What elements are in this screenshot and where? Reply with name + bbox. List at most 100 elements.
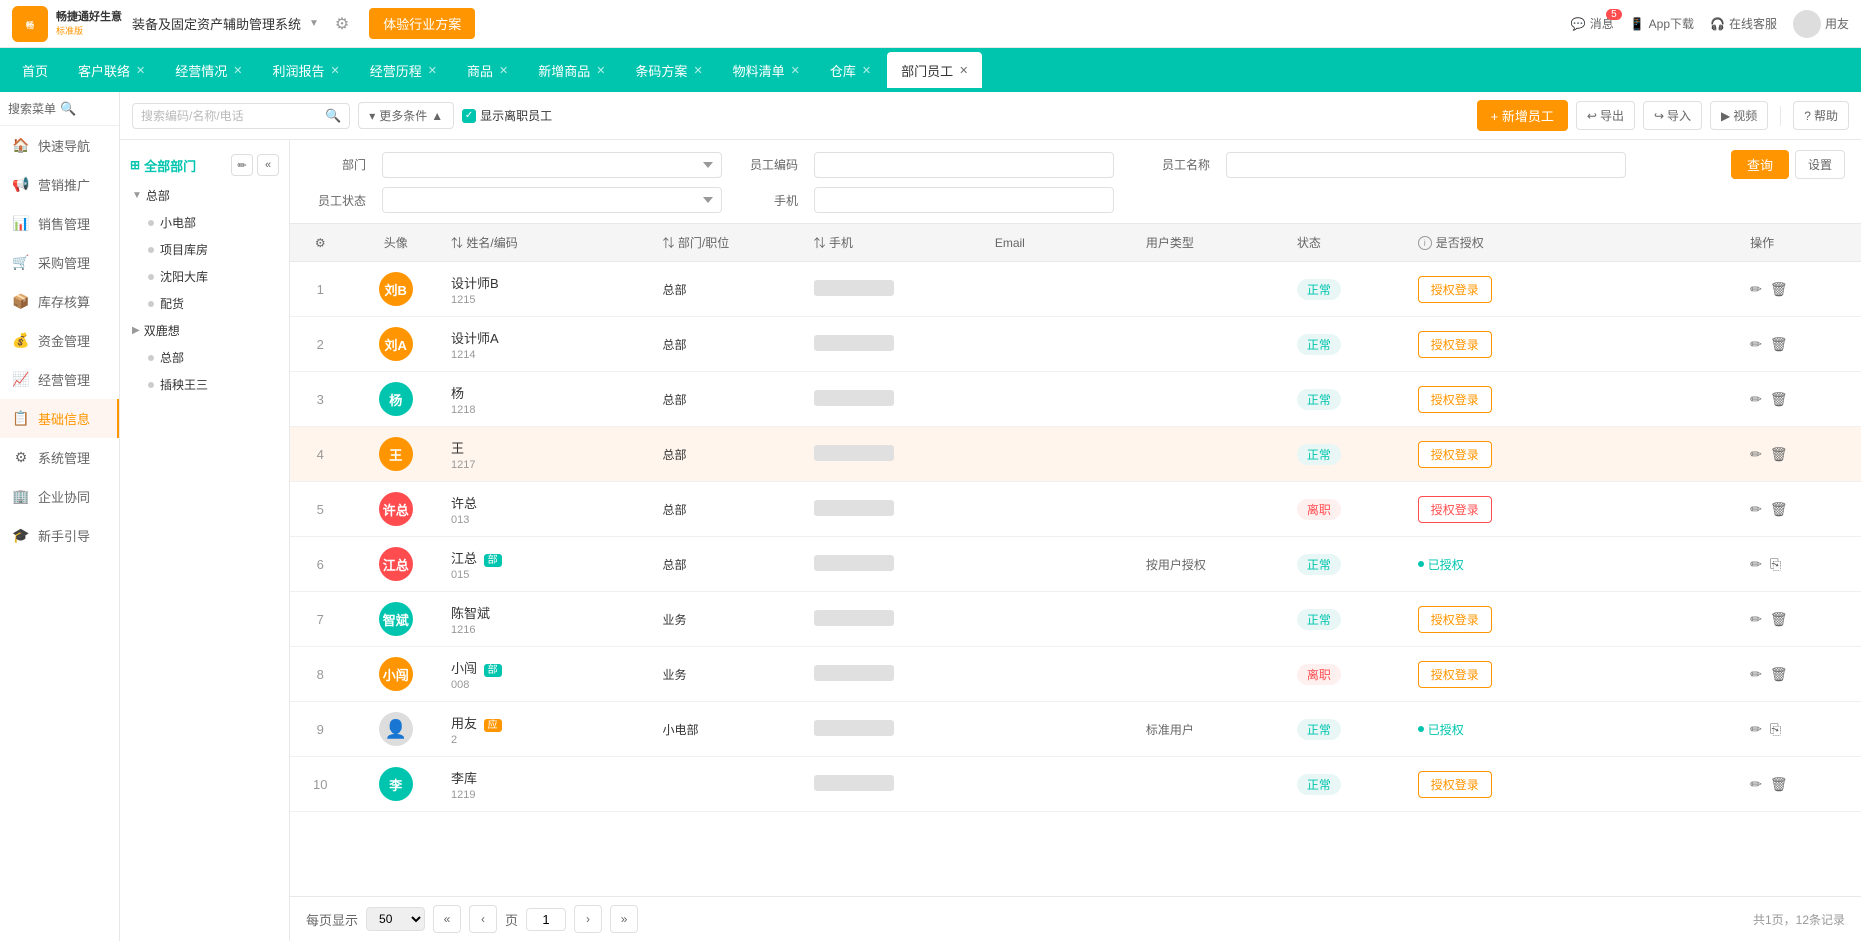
tab-goods[interactable]: 商品 ✕ — [453, 52, 522, 88]
tab-goods-close[interactable]: ✕ — [499, 64, 508, 77]
tab-profit-close[interactable]: ✕ — [331, 64, 340, 77]
edit-icon-3[interactable]: ✏ — [1750, 391, 1762, 408]
search-box-icon[interactable]: 🔍 — [325, 108, 341, 124]
show-resigned-checkbox[interactable]: ✓ 显示离职员工 — [462, 107, 552, 124]
auth-button-8[interactable]: 授权登录 — [1418, 661, 1492, 688]
messages-button[interactable]: 💬 消息 5 — [1571, 15, 1614, 32]
copy-icon-6[interactable]: ⎘ — [1770, 556, 1781, 573]
tab-department[interactable]: 部门员工 ✕ — [887, 52, 982, 88]
edit-icon-4[interactable]: ✏ — [1750, 446, 1762, 463]
per-page-select[interactable]: 50 20 100 — [366, 907, 425, 931]
auth-button-7[interactable]: 授权登录 — [1418, 606, 1492, 633]
sidebar-search-bar[interactable]: 搜索菜单 🔍 — [0, 92, 119, 126]
delete-icon-7[interactable]: 🗑 — [1770, 611, 1788, 628]
query-button[interactable]: 查询 — [1731, 150, 1789, 179]
delete-icon-10[interactable]: 🗑 — [1770, 776, 1788, 793]
dept-item-zongbu2[interactable]: 总部 — [140, 344, 285, 371]
emp-name-filter-input[interactable] — [1226, 152, 1626, 178]
delete-icon-8[interactable]: 🗑 — [1770, 666, 1788, 683]
dept-item-chenmiao[interactable]: 插秧王三 — [140, 371, 285, 398]
edit-icon-10[interactable]: ✏ — [1750, 776, 1762, 793]
dept-filter-select[interactable] — [382, 152, 722, 178]
dept-item-xiaodian[interactable]: 小电部 — [140, 209, 285, 236]
first-page-button[interactable]: « — [433, 905, 461, 933]
auth-button-1[interactable]: 授权登录 — [1418, 276, 1492, 303]
sidebar-item-marketing[interactable]: 📢 营销推广 — [0, 165, 119, 204]
tab-new-goods-close[interactable]: ✕ — [596, 64, 605, 77]
tab-warehouse-close[interactable]: ✕ — [862, 64, 871, 77]
edit-icon-7[interactable]: ✏ — [1750, 611, 1762, 628]
system-dropdown-icon[interactable]: ▼ — [309, 18, 319, 29]
edit-icon-2[interactable]: ✏ — [1750, 336, 1762, 353]
auth-button-2[interactable]: 授权登录 — [1418, 331, 1492, 358]
th-phone[interactable]: ⇅ 手机 — [804, 224, 985, 262]
sidebar-item-guide[interactable]: 🎓 新手引导 — [0, 516, 119, 555]
phone-filter-input[interactable] — [814, 187, 1114, 213]
import-button[interactable]: ↪ 导入 — [1643, 101, 1702, 130]
tab-material-close[interactable]: ✕ — [791, 64, 800, 77]
gear-icon[interactable]: ⚙ — [335, 14, 349, 34]
search-box[interactable]: 🔍 — [132, 103, 350, 129]
sidebar-search-icon[interactable]: 🔍 — [60, 101, 76, 117]
copy-icon-9[interactable]: ⎘ — [1770, 721, 1781, 738]
sidebar-item-quick-nav[interactable]: 🏠 快速导航 — [0, 126, 119, 165]
search-input[interactable] — [141, 109, 321, 123]
sidebar-item-inventory[interactable]: 📦 库存核算 — [0, 282, 119, 321]
tab-operation[interactable]: 经营情况 ✕ — [161, 52, 256, 88]
tab-process[interactable]: 经营历程 ✕ — [356, 52, 451, 88]
auth-button-3[interactable]: 授权登录 — [1418, 386, 1492, 413]
delete-icon-1[interactable]: 🗑 — [1770, 281, 1788, 298]
help-button[interactable]: ? 帮助 — [1793, 101, 1849, 130]
tab-profit[interactable]: 利润报告 ✕ — [258, 52, 353, 88]
tab-department-close[interactable]: ✕ — [959, 64, 968, 77]
th-name-code[interactable]: ⇅ 姓名/编码 — [441, 224, 652, 262]
tab-barcode[interactable]: 条码方案 ✕ — [621, 52, 716, 88]
auth-button-4[interactable]: 授权登录 — [1418, 441, 1492, 468]
trial-button[interactable]: 体验行业方案 — [369, 8, 475, 39]
sidebar-item-system[interactable]: ⚙ 系统管理 — [0, 438, 119, 477]
tab-home[interactable]: 首页 — [8, 52, 62, 88]
dept-collapse-icon[interactable]: « — [257, 154, 279, 176]
dept-item-distribution[interactable]: 配货 — [140, 290, 285, 317]
delete-icon-3[interactable]: 🗑 — [1770, 391, 1788, 408]
delete-icon-4[interactable]: 🗑 — [1770, 446, 1788, 463]
delete-icon-5[interactable]: 🗑 — [1770, 501, 1788, 518]
tab-process-close[interactable]: ✕ — [428, 64, 437, 77]
tab-warehouse[interactable]: 仓库 ✕ — [816, 52, 885, 88]
dept-edit-icon[interactable]: ✏ — [231, 154, 253, 176]
th-settings[interactable]: ⚙ — [290, 224, 350, 262]
tab-customer[interactable]: 客户联络 ✕ — [64, 52, 159, 88]
dept-item-shenyang[interactable]: 沈阳大库 — [140, 263, 285, 290]
page-number-input[interactable] — [526, 908, 566, 931]
set-button[interactable]: 设置 — [1795, 150, 1845, 179]
auth-button-5[interactable]: 授权登录 — [1418, 496, 1492, 523]
online-service-button[interactable]: 🎧 在线客服 — [1710, 15, 1777, 32]
app-download-button[interactable]: 📱 App下载 — [1630, 15, 1694, 32]
tab-material[interactable]: 物料清单 ✕ — [719, 52, 814, 88]
sidebar-item-enterprise[interactable]: 🏢 企业协同 — [0, 477, 119, 516]
edit-icon-5[interactable]: ✏ — [1750, 501, 1762, 518]
edit-icon-9[interactable]: ✏ — [1750, 721, 1762, 738]
last-page-button[interactable]: » — [610, 905, 638, 933]
sidebar-item-purchase[interactable]: 🛒 采购管理 — [0, 243, 119, 282]
dept-item-project[interactable]: 项目库房 — [140, 236, 285, 263]
th-dept-position[interactable]: ⇅ 部门/职位 — [653, 224, 804, 262]
tab-new-goods[interactable]: 新增商品 ✕ — [524, 52, 619, 88]
auth-button-10[interactable]: 授权登录 — [1418, 771, 1492, 798]
add-employee-button[interactable]: + 新增员工 — [1477, 100, 1568, 131]
tab-customer-close[interactable]: ✕ — [136, 64, 145, 77]
sidebar-item-operation-mgr[interactable]: 📈 经营管理 — [0, 360, 119, 399]
tab-operation-close[interactable]: ✕ — [233, 64, 242, 77]
edit-icon-6[interactable]: ✏ — [1750, 556, 1762, 573]
view-button[interactable]: ▶ 视频 — [1710, 101, 1768, 130]
delete-icon-2[interactable]: 🗑 — [1770, 336, 1788, 353]
user-menu[interactable]: 用友 — [1793, 10, 1849, 38]
next-page-button[interactable]: › — [574, 905, 602, 933]
tab-barcode-close[interactable]: ✕ — [693, 64, 702, 77]
dept-item-zongbu-parent[interactable]: ▼ 总部 — [124, 182, 285, 209]
edit-icon-8[interactable]: ✏ — [1750, 666, 1762, 683]
more-filter-button[interactable]: ▾ 更多条件 ▲ — [358, 102, 454, 129]
sidebar-item-finance[interactable]: 💰 资金管理 — [0, 321, 119, 360]
dept-item-shuanglun[interactable]: ▶ 双鹿想 — [124, 317, 285, 344]
status-filter-select[interactable] — [382, 187, 722, 213]
